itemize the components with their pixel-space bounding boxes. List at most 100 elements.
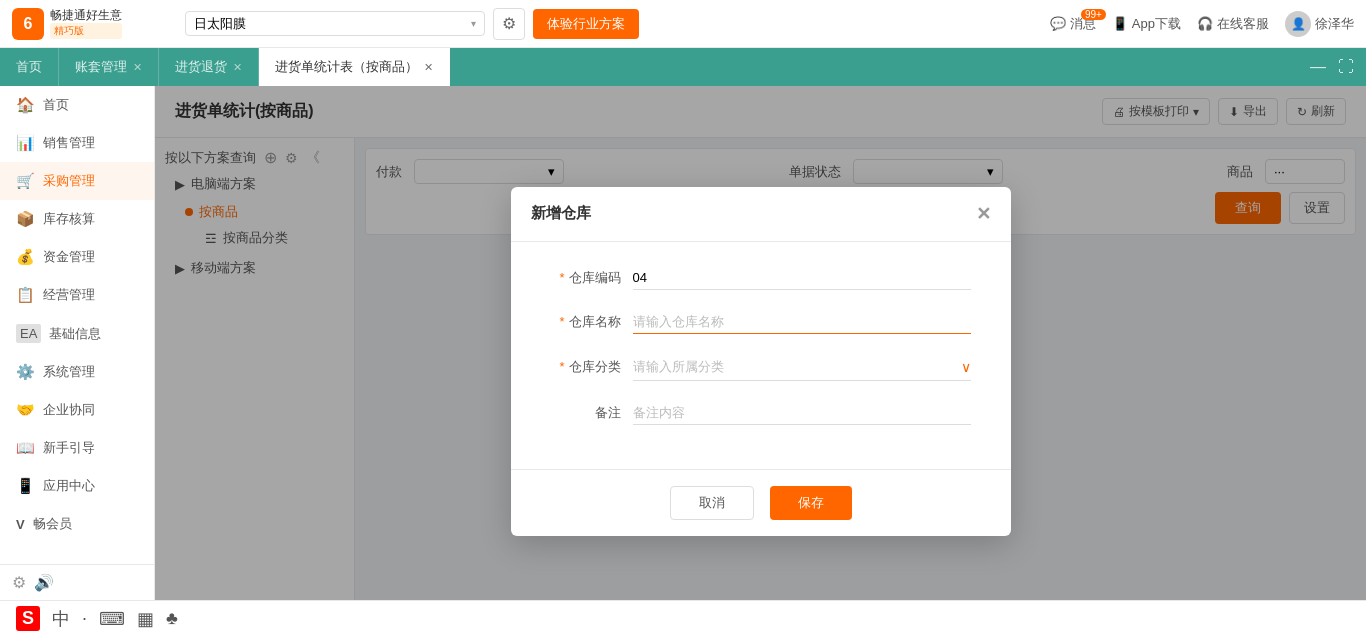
system-icon: ⚙️ <box>16 363 35 381</box>
sidebar-item-apps-label: 应用中心 <box>43 477 95 495</box>
search-area[interactable]: ▾ <box>185 11 485 36</box>
sidebar-item-finance[interactable]: 💰 资金管理 <box>0 238 154 276</box>
sidebar-item-system[interactable]: ⚙️ 系统管理 <box>0 353 154 391</box>
tab-stats-close[interactable]: ✕ <box>424 61 433 74</box>
sidebar-bottom: ⚙ 🔊 <box>0 564 155 600</box>
tab-home-label: 首页 <box>16 58 42 76</box>
dialog-body: 仓库编码 仓库名称 仓库分类 请输入所属分类 ∨ <box>511 242 1011 469</box>
sidebar-item-basic-info[interactable]: EA 基础信息 <box>0 314 154 353</box>
sidebar-item-basic-info-label: 基础信息 <box>49 325 101 343</box>
sidebar-item-purchase[interactable]: 🛒 采购管理 <box>0 162 154 200</box>
sidebar-item-purchase-label: 采购管理 <box>43 172 95 190</box>
sidebar-item-vip-label: 畅会员 <box>33 515 72 533</box>
sales-icon: 📊 <box>16 134 35 152</box>
tab-account[interactable]: 账套管理 ✕ <box>59 48 159 86</box>
category-select[interactable]: 请输入所属分类 ∨ <box>633 354 971 381</box>
tab-purchase-return-label: 进货退货 <box>175 58 227 76</box>
tab-minus-icon[interactable]: — <box>1306 56 1330 78</box>
content: 进货单统计(按商品) 🖨 按模板打印 ▾ ⬇ 导出 ↻ 刷新 <box>155 86 1366 636</box>
search-input[interactable] <box>194 16 471 31</box>
topbar-right: 💬 消息 99+ 📱 App下载 🎧 在线客服 👤 徐泽华 <box>1050 11 1354 37</box>
apps-icon: 📱 <box>16 477 35 495</box>
tab-controls: — ⛶ <box>1298 48 1366 86</box>
online-service-item[interactable]: 🎧 在线客服 <box>1197 15 1269 33</box>
cancel-button[interactable]: 取消 <box>670 486 754 520</box>
sidebar-item-enterprise[interactable]: 🤝 企业协同 <box>0 391 154 429</box>
dot-icon[interactable]: · <box>82 608 87 629</box>
dialog-header: 新增仓库 ✕ <box>511 187 1011 242</box>
sidebar-item-guide[interactable]: 📖 新手引导 <box>0 429 154 467</box>
online-service-label: 在线客服 <box>1217 15 1269 33</box>
settings-button[interactable]: ⚙ <box>493 8 525 40</box>
modal-overlay: 新增仓库 ✕ 仓库编码 仓库名称 仓库 <box>155 86 1366 636</box>
dialog-close-icon[interactable]: ✕ <box>976 203 991 225</box>
bottombar: S 中 · ⌨ ▦ ♣ <box>0 600 1366 636</box>
keyboard-icon[interactable]: ⌨ <box>99 608 125 630</box>
tab-expand-icon[interactable]: ⛶ <box>1334 56 1358 78</box>
dialog-new-warehouse: 新增仓库 ✕ 仓库编码 仓库名称 仓库 <box>511 187 1011 536</box>
dialog-title: 新增仓库 <box>531 204 591 223</box>
sidebar-item-inventory[interactable]: 📦 库存核算 <box>0 200 154 238</box>
headset-icon: 🎧 <box>1197 16 1213 31</box>
note-input[interactable] <box>633 401 971 425</box>
code-input[interactable] <box>633 266 971 290</box>
tab-purchase-return[interactable]: 进货退货 ✕ <box>159 48 259 86</box>
sidebar-item-home[interactable]: 🏠 首页 <box>0 86 154 124</box>
form-row-category: 仓库分类 请输入所属分类 ∨ <box>551 354 971 381</box>
finance-icon: 💰 <box>16 248 35 266</box>
app-download-item[interactable]: 📱 App下载 <box>1112 15 1181 33</box>
enterprise-icon: 🤝 <box>16 401 35 419</box>
logo-icon: 6 <box>12 8 44 40</box>
category-arrow-icon: ∨ <box>961 359 971 375</box>
logo-area: 6 畅捷通好生意 精巧版 <box>12 8 167 40</box>
topbar: 6 畅捷通好生意 精巧版 ▾ ⚙ 体验行业方案 💬 消息 99+ 📱 App下载… <box>0 0 1366 48</box>
tabbar: 首页 账套管理 ✕ 进货退货 ✕ 进货单统计表（按商品） ✕ — ⛶ <box>0 48 1366 86</box>
form-row-name: 仓库名称 <box>551 310 971 334</box>
tab-home[interactable]: 首页 <box>0 48 59 86</box>
home-icon: 🏠 <box>16 96 35 114</box>
message-icon: 💬 <box>1050 16 1066 31</box>
tab-stats-label: 进货单统计表（按商品） <box>275 58 418 76</box>
sidebar-item-apps[interactable]: 📱 应用中心 <box>0 467 154 505</box>
brand-s-icon: S <box>16 606 40 631</box>
tab-spacer <box>450 48 1298 86</box>
speaker-icon[interactable]: 🔊 <box>34 573 54 592</box>
name-input[interactable] <box>633 310 971 334</box>
tab-stats[interactable]: 进货单统计表（按商品） ✕ <box>259 48 450 86</box>
form-row-code: 仓库编码 <box>551 266 971 290</box>
dialog-footer: 取消 保存 <box>511 469 1011 536</box>
misc-icon[interactable]: ♣ <box>166 608 178 629</box>
avatar: 👤 <box>1285 11 1311 37</box>
sidebar-item-vip[interactable]: V 畅会员 <box>0 505 154 543</box>
tab-account-close[interactable]: ✕ <box>133 61 142 74</box>
username-label: 徐泽华 <box>1315 15 1354 33</box>
company-name: 畅捷通好生意 <box>50 8 122 24</box>
search-arrow-icon[interactable]: ▾ <box>471 18 476 29</box>
tab-account-label: 账套管理 <box>75 58 127 76</box>
category-label: 仓库分类 <box>551 358 621 376</box>
save-button[interactable]: 保存 <box>770 486 852 520</box>
purchase-icon: 🛒 <box>16 172 35 190</box>
operations-icon: 📋 <box>16 286 35 304</box>
basic-info-icon: EA <box>16 324 41 343</box>
sidebar-item-operations-label: 经营管理 <box>43 286 95 304</box>
sidebar-item-system-label: 系统管理 <box>43 363 95 381</box>
category-placeholder: 请输入所属分类 <box>633 358 724 376</box>
grid-icon[interactable]: ▦ <box>137 608 154 630</box>
notification-item[interactable]: 💬 消息 99+ <box>1050 15 1096 33</box>
mobile-icon: 📱 <box>1112 16 1128 31</box>
trial-button[interactable]: 体验行业方案 <box>533 9 639 39</box>
sidebar-item-finance-label: 资金管理 <box>43 248 95 266</box>
inventory-icon: 📦 <box>16 210 35 228</box>
edition-badge: 精巧版 <box>50 23 122 39</box>
zh-icon[interactable]: 中 <box>52 607 70 631</box>
guide-icon: 📖 <box>16 439 35 457</box>
user-info[interactable]: 👤 徐泽华 <box>1285 11 1354 37</box>
sidebar: 🏠 首页 📊 销售管理 🛒 采购管理 📦 库存核算 💰 资金管理 📋 经营管理 … <box>0 86 155 636</box>
sidebar-item-sales[interactable]: 📊 销售管理 <box>0 124 154 162</box>
sidebar-item-operations[interactable]: 📋 经营管理 <box>0 276 154 314</box>
app-download-label: App下载 <box>1132 15 1181 33</box>
sidebar-item-home-label: 首页 <box>43 96 69 114</box>
settings-bottom-icon[interactable]: ⚙ <box>12 573 26 592</box>
tab-purchase-return-close[interactable]: ✕ <box>233 61 242 74</box>
